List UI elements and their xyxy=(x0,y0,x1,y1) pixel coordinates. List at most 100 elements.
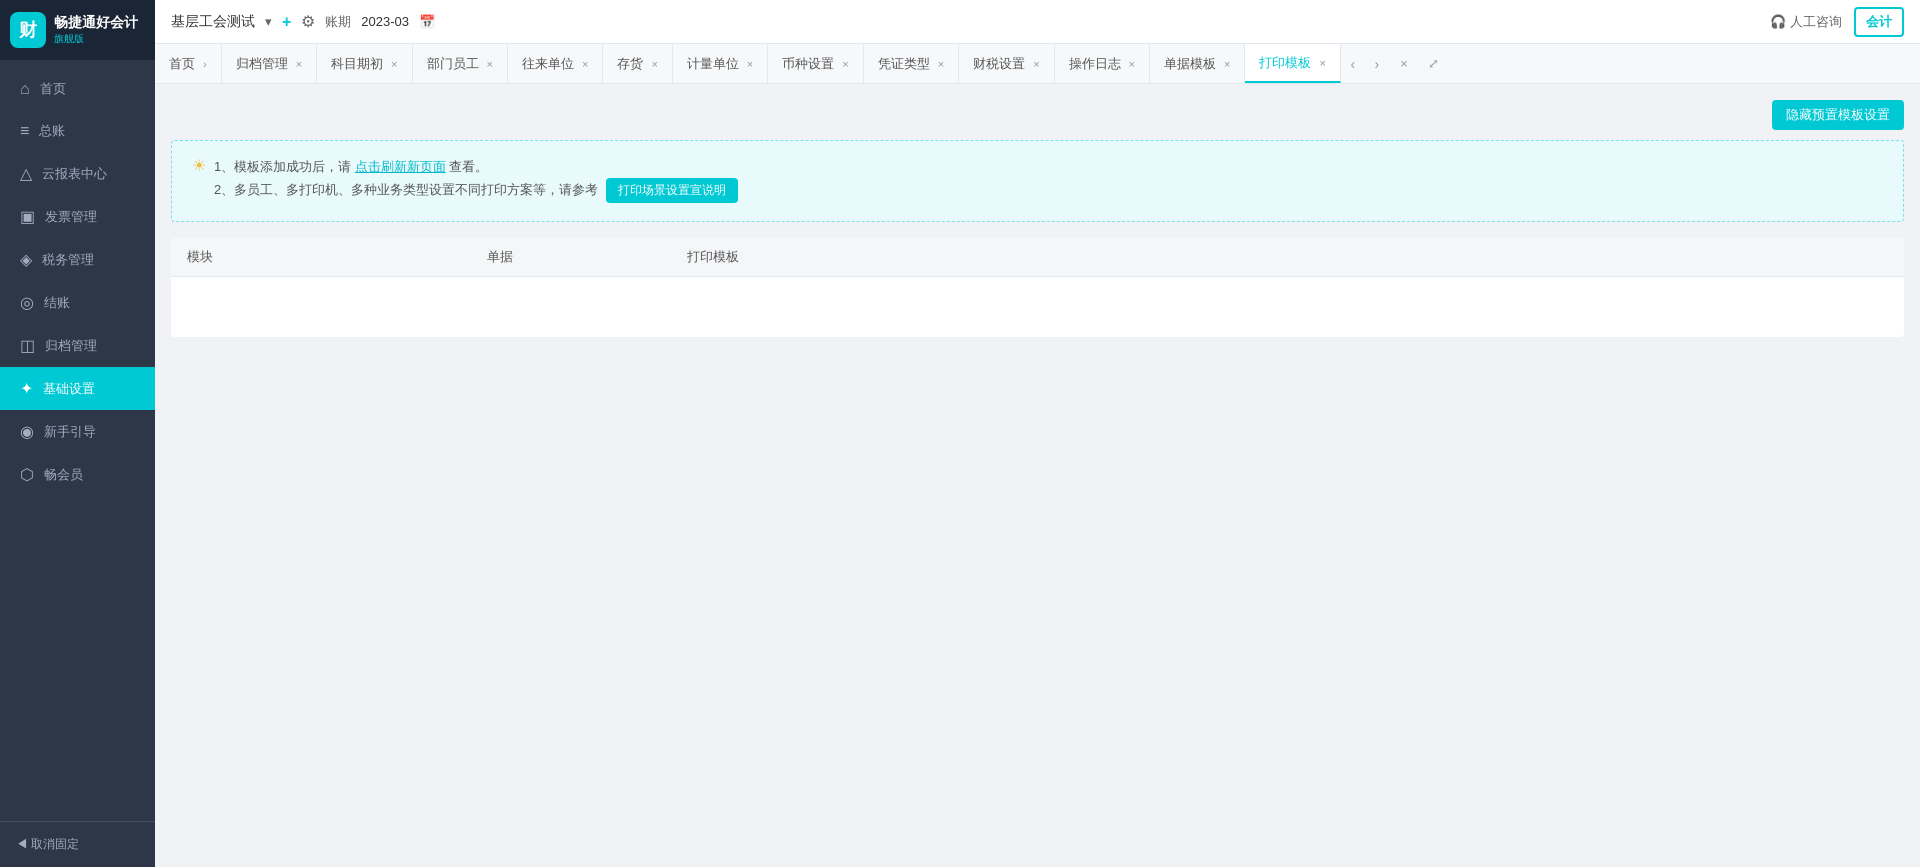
tab-label-supplier: 往来单位 xyxy=(522,55,574,73)
archive-icon: ◫ xyxy=(20,336,35,355)
sidebar-item-label-member: 畅会员 xyxy=(44,466,83,484)
notice-text-2-pre: 2、多员工、多打印机、多种业务类型设置不同打印方案等，请参考 xyxy=(214,182,598,197)
tab-close-singleform[interactable]: × xyxy=(1224,58,1230,70)
settlement-icon: ◎ xyxy=(20,293,34,312)
sidebar-item-label-settlement: 结账 xyxy=(44,294,70,312)
tab-unit[interactable]: 计量单位 × xyxy=(673,44,768,83)
main-area: 基层工会测试 ▾ + ⚙ 账期 2023-03 📅 🎧 人工咨询 会计 首页 ›… xyxy=(155,0,1920,867)
add-company-button[interactable]: + xyxy=(282,13,291,31)
tab-close-archive[interactable]: × xyxy=(296,58,302,70)
kuaiji-button[interactable]: 会计 xyxy=(1854,7,1904,37)
notice-text-1-post: 查看。 xyxy=(449,159,488,174)
tab-label-unit: 计量单位 xyxy=(687,55,739,73)
calendar-icon[interactable]: 📅 xyxy=(419,14,435,29)
tab-subject[interactable]: 科目期初 × xyxy=(317,44,412,83)
tab-singleform[interactable]: 单据模板 × xyxy=(1150,44,1245,83)
logo-icon: 财 xyxy=(10,12,46,48)
tab-printtemplate[interactable]: 打印模板 × xyxy=(1245,44,1340,83)
tab-oplog[interactable]: 操作日志 × xyxy=(1055,44,1150,83)
col-header-module: 模块 xyxy=(171,238,471,276)
support-button[interactable]: 🎧 人工咨询 xyxy=(1770,13,1842,31)
sidebar-item-tax[interactable]: ◈ 税务管理 xyxy=(0,238,155,281)
sidebar-item-ledger[interactable]: ≡ 总账 xyxy=(0,110,155,152)
tab-expand-button[interactable]: ⤢ xyxy=(1419,44,1449,83)
tab-close-home: › xyxy=(203,58,207,70)
company-dropdown-icon[interactable]: ▾ xyxy=(265,14,272,29)
col-header-single: 单据 xyxy=(471,238,671,276)
tab-dept[interactable]: 部门员工 × xyxy=(413,44,508,83)
logo-text: 畅捷通好会计 旗舰版 xyxy=(54,14,138,46)
kuaiji-label: 会计 xyxy=(1866,14,1892,29)
member-icon: ⬡ xyxy=(20,465,34,484)
sidebar-item-archive[interactable]: ◫ 归档管理 xyxy=(0,324,155,367)
company-name: 基层工会测试 xyxy=(171,13,255,31)
tax-icon: ◈ xyxy=(20,250,32,269)
settings-icon: ✦ xyxy=(20,379,33,398)
sidebar-item-settings[interactable]: ✦ 基础设置 xyxy=(0,367,155,410)
logo-main-text: 畅捷通好会计 xyxy=(54,14,138,32)
sidebar-nav: ⌂ 首页 ≡ 总账 △ 云报表中心 ▣ 发票管理 ◈ 税务管理 ◎ 结账 ◫ 归… xyxy=(0,60,155,821)
tab-label-oplog: 操作日志 xyxy=(1069,55,1121,73)
sidebar-item-reports[interactable]: △ 云报表中心 xyxy=(0,152,155,195)
sidebar-logo: 财 畅捷通好会计 旗舰版 xyxy=(0,0,155,60)
unpin-button[interactable]: ◀ 取消固定 xyxy=(0,821,155,867)
tab-close-all-button[interactable]: × xyxy=(1389,44,1419,83)
tab-close-printtemplate[interactable]: × xyxy=(1319,57,1325,69)
tab-label-dept: 部门员工 xyxy=(427,55,479,73)
sidebar-item-label-invoice: 发票管理 xyxy=(45,208,97,226)
headset-icon: 🎧 xyxy=(1770,14,1786,29)
ledger-icon: ≡ xyxy=(20,122,29,140)
tab-label-archive: 归档管理 xyxy=(236,55,288,73)
tab-home[interactable]: 首页 › xyxy=(155,44,222,83)
tab-close-currency[interactable]: × xyxy=(842,58,848,70)
tab-currency[interactable]: 币种设置 × xyxy=(768,44,863,83)
invoice-icon: ▣ xyxy=(20,207,35,226)
tab-label-singleform: 单据模板 xyxy=(1164,55,1216,73)
period-label: 账期 xyxy=(325,13,351,31)
tabbar: 首页 › 归档管理 × 科目期初 × 部门员工 × 往来单位 × 存货 × 计量… xyxy=(155,44,1920,84)
tab-close-dept[interactable]: × xyxy=(487,58,493,70)
tab-inventory[interactable]: 存货 × xyxy=(603,44,672,83)
sidebar-item-member[interactable]: ⬡ 畅会员 xyxy=(0,453,155,496)
hide-preview-button[interactable]: 隐藏预置模板设置 xyxy=(1772,100,1904,130)
tab-financial[interactable]: 财税设置 × xyxy=(959,44,1054,83)
period-value: 2023-03 xyxy=(361,14,409,29)
guide-icon: ◉ xyxy=(20,422,34,441)
sidebar-item-home[interactable]: ⌂ 首页 xyxy=(0,68,155,110)
sidebar-item-settlement[interactable]: ◎ 结账 xyxy=(0,281,155,324)
tab-close-supplier[interactable]: × xyxy=(582,58,588,70)
tab-close-subject[interactable]: × xyxy=(391,58,397,70)
tab-supplier[interactable]: 往来单位 × xyxy=(508,44,603,83)
tab-label-currency: 币种设置 xyxy=(782,55,834,73)
sidebar-item-label-ledger: 总账 xyxy=(39,122,65,140)
tab-close-financial[interactable]: × xyxy=(1033,58,1039,70)
tab-close-inventory[interactable]: × xyxy=(651,58,657,70)
settings-gear-icon[interactable]: ⚙ xyxy=(301,12,315,31)
topbar-right: 🎧 人工咨询 会计 xyxy=(1770,7,1904,37)
sidebar: 财 畅捷通好会计 旗舰版 ⌂ 首页 ≡ 总账 △ 云报表中心 ▣ 发票管理 ◈ … xyxy=(0,0,155,867)
sidebar-item-invoice[interactable]: ▣ 发票管理 xyxy=(0,195,155,238)
table-body xyxy=(171,277,1904,337)
notice-row-1: ☀ 1、模板添加成功后，请 点击刷新新页面 查看。 2、多员工、多打印机、多种业… xyxy=(192,155,1883,203)
topbar: 基层工会测试 ▾ + ⚙ 账期 2023-03 📅 🎧 人工咨询 会计 xyxy=(155,0,1920,44)
home-icon: ⌂ xyxy=(20,80,30,98)
sidebar-item-label-home: 首页 xyxy=(40,80,66,98)
data-table: 模块 单据 打印模板 xyxy=(171,238,1904,337)
tab-close-voucher[interactable]: × xyxy=(938,58,944,70)
logo-sub-text: 旗舰版 xyxy=(54,32,138,46)
notice-refresh-link[interactable]: 点击刷新新页面 xyxy=(355,159,446,174)
print-scene-button[interactable]: 打印场景设置宣说明 xyxy=(606,178,738,203)
tab-label-subject: 科目期初 xyxy=(331,55,383,73)
notice-line-2: 2、多员工、多打印机、多种业务类型设置不同打印方案等，请参考 打印场景设置宣说明 xyxy=(214,178,738,203)
tab-archive[interactable]: 归档管理 × xyxy=(222,44,317,83)
sidebar-item-guide[interactable]: ◉ 新手引导 xyxy=(0,410,155,453)
tab-nav-next[interactable]: › xyxy=(1365,44,1389,83)
sidebar-item-label-tax: 税务管理 xyxy=(42,251,94,269)
tab-label-voucher: 凭证类型 xyxy=(878,55,930,73)
tab-close-oplog[interactable]: × xyxy=(1129,58,1135,70)
notice-content: 1、模板添加成功后，请 点击刷新新页面 查看。 2、多员工、多打印机、多种业务类… xyxy=(214,155,738,203)
tab-close-unit[interactable]: × xyxy=(747,58,753,70)
bulb-icon: ☀ xyxy=(192,156,206,175)
tab-nav-prev[interactable]: ‹ xyxy=(1341,44,1365,83)
tab-voucher[interactable]: 凭证类型 × xyxy=(864,44,959,83)
